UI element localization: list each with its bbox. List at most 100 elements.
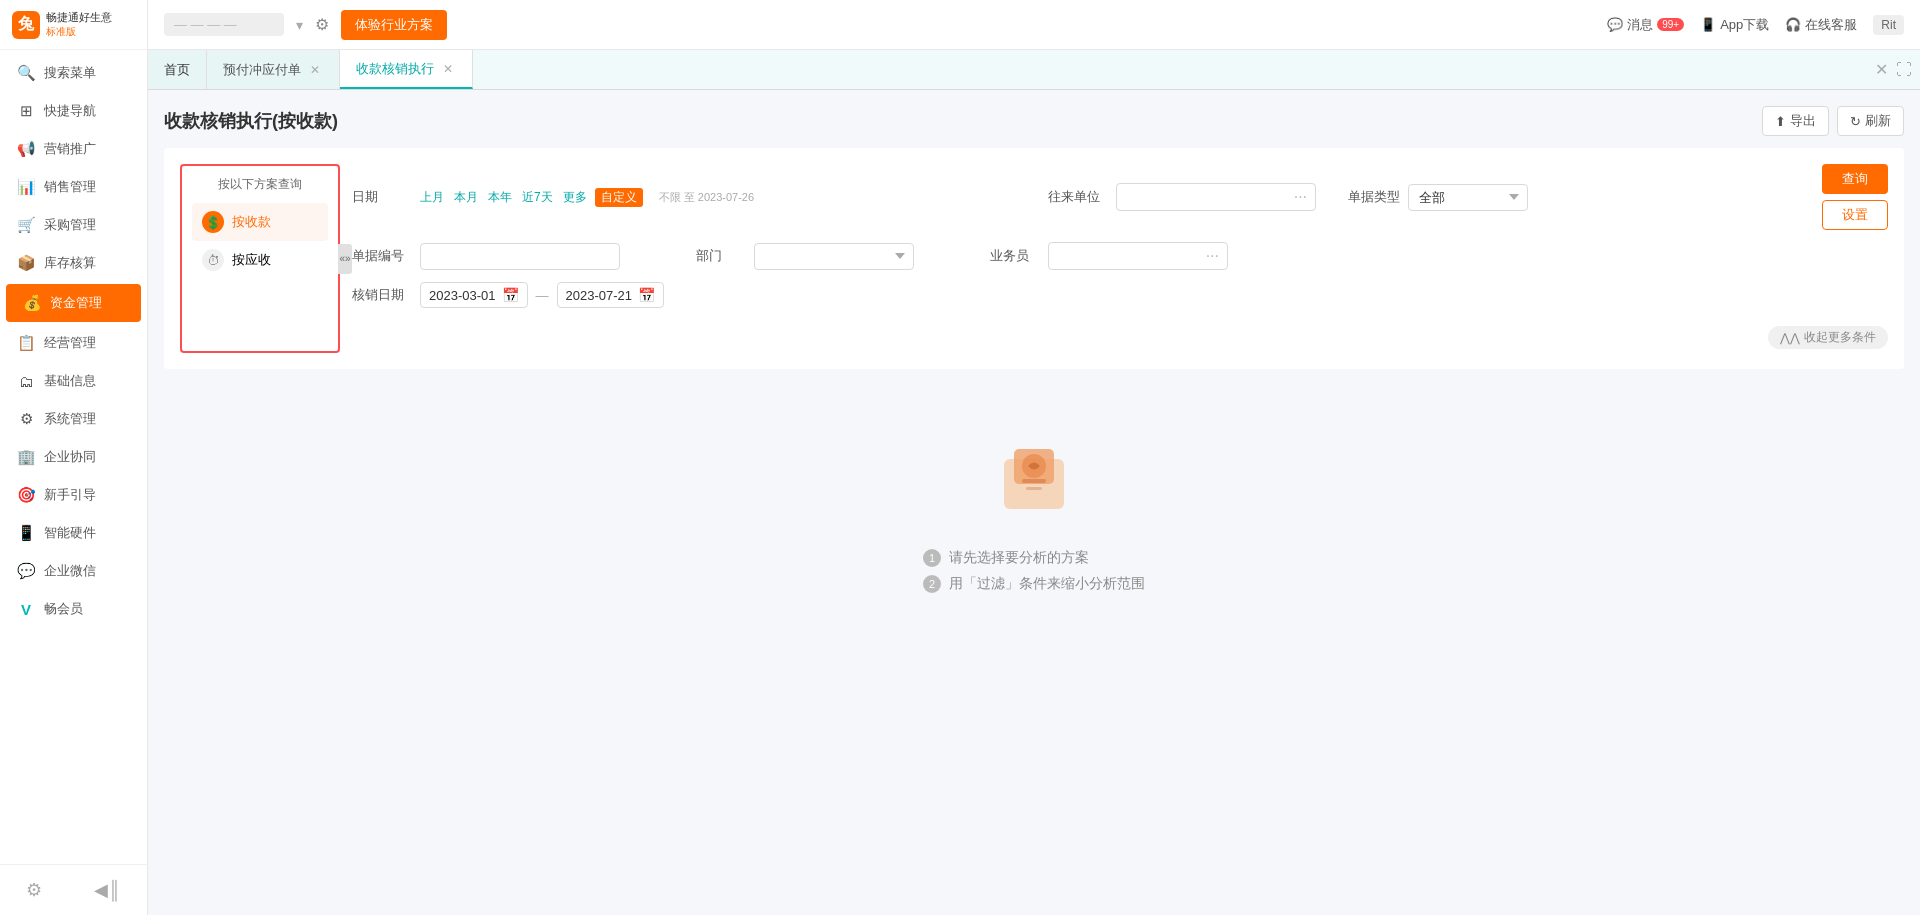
online-service-icon: 🎧 bbox=[1785, 17, 1801, 32]
collapse-more-row: ⋀⋀ 收起更多条件 bbox=[352, 322, 1888, 353]
doc-no-input[interactable] bbox=[420, 243, 620, 270]
sidebar-item-label: 系统管理 bbox=[44, 410, 96, 428]
query-by-receivable[interactable]: ⏱ 按应收 bbox=[192, 241, 328, 279]
empty-illustration bbox=[984, 429, 1084, 529]
sidebar-item-purchase[interactable]: 🛒 采购管理 bbox=[0, 206, 147, 244]
sidebar-item-basic-info[interactable]: 🗂 基础信息 bbox=[0, 362, 147, 400]
app-download-btn[interactable]: 📱 App下载 bbox=[1700, 16, 1769, 34]
content-area: 收款核销执行(按收款) ⬆ 导出 ↻ 刷新 按以下方案查询 💲 按收款 bbox=[148, 90, 1920, 915]
sidebar-item-enterprise[interactable]: 🏢 企业协同 bbox=[0, 438, 147, 476]
writeoff-date-start: 2023-03-01 bbox=[429, 288, 496, 303]
setting-button[interactable]: 设置 bbox=[1822, 200, 1888, 230]
writeoff-date-start-input[interactable]: 2023-03-01 📅 bbox=[420, 282, 528, 308]
filter-form: 日期 上月 本月 本年 近7天 更多 自定义 不限 至 2023-07-26 往… bbox=[352, 164, 1888, 353]
writeoff-date-end-input[interactable]: 2023-07-21 📅 bbox=[557, 282, 665, 308]
salesperson-ellipsis-icon[interactable]: ··· bbox=[1206, 247, 1219, 265]
by-receivable-icon: ⏱ bbox=[202, 249, 224, 271]
sidebar-item-inventory[interactable]: 📦 库存核算 bbox=[0, 244, 147, 282]
brand-selector[interactable]: — — — — bbox=[164, 13, 284, 36]
message-badge: 99+ bbox=[1657, 18, 1684, 31]
quick-nav-icon: ⊞ bbox=[16, 102, 36, 120]
date-more[interactable]: 更多 bbox=[561, 188, 589, 207]
date-custom[interactable]: 自定义 bbox=[595, 188, 643, 207]
query-by-receipt[interactable]: 💲 按收款 bbox=[192, 203, 328, 241]
query-button[interactable]: 查询 bbox=[1822, 164, 1888, 194]
topbar-gear-icon[interactable]: ⚙ bbox=[315, 15, 329, 34]
sidebar-item-label: 库存核算 bbox=[44, 254, 96, 272]
message-btn[interactable]: 💬 消息 99+ bbox=[1607, 16, 1684, 34]
tab-prepay-close-icon[interactable]: ✕ bbox=[307, 62, 323, 78]
online-service-btn[interactable]: 🎧 在线客服 bbox=[1785, 16, 1857, 34]
brand-chevron-icon[interactable]: ▾ bbox=[296, 17, 303, 33]
sidebar-item-label: 企业微信 bbox=[44, 562, 96, 580]
collapse-up-icon: ⋀⋀ bbox=[1780, 331, 1800, 345]
counterparty-input[interactable]: ··· bbox=[1116, 183, 1316, 211]
finance-icon: 💰 bbox=[22, 294, 42, 312]
message-label: 消息 bbox=[1627, 16, 1653, 34]
sidebar-item-sales[interactable]: 📊 销售管理 bbox=[0, 168, 147, 206]
sidebar-item-enterprise-wx[interactable]: 💬 企业微信 bbox=[0, 552, 147, 590]
collapse-query-panel-btn[interactable]: «» bbox=[338, 244, 352, 274]
tab-close-all-icon[interactable]: ✕ bbox=[1875, 60, 1888, 79]
solution-button[interactable]: 体验行业方案 bbox=[341, 10, 447, 40]
app-logo: 兔 畅捷通好生意 标准版 bbox=[0, 0, 147, 50]
collapse-more-label: 收起更多条件 bbox=[1804, 329, 1876, 346]
tab-prepay-label: 预付冲应付单 bbox=[223, 61, 301, 79]
tip-text-1: 请先选择要分析的方案 bbox=[949, 549, 1089, 567]
main-area: — — — — ▾ ⚙ 体验行业方案 💬 消息 99+ 📱 App下载 🎧 在线… bbox=[148, 0, 1920, 915]
page-header: 收款核销执行(按收款) ⬆ 导出 ↻ 刷新 bbox=[164, 106, 1904, 136]
sidebar-item-operations[interactable]: 📋 经营管理 bbox=[0, 324, 147, 362]
tabbar: 首页 预付冲应付单 ✕ 收款核销执行 ✕ ✕ ⛶ bbox=[148, 50, 1920, 90]
date-this-year[interactable]: 本年 bbox=[486, 188, 514, 207]
tab-receipt-writeoff[interactable]: 收款核销执行 ✕ bbox=[340, 50, 473, 89]
sidebar-item-smart-hw[interactable]: 📱 智能硬件 bbox=[0, 514, 147, 552]
user-avatar[interactable]: Rit bbox=[1873, 15, 1904, 35]
tip-num-1: 1 bbox=[923, 549, 941, 567]
salesperson-input[interactable]: ··· bbox=[1048, 242, 1228, 270]
date-shortcuts: 上月 本月 本年 近7天 更多 自定义 bbox=[418, 188, 643, 207]
collapse-sidebar-btn[interactable]: ◀║ bbox=[88, 873, 127, 907]
tab-receipt-writeoff-close-icon[interactable]: ✕ bbox=[440, 61, 456, 77]
inventory-icon: 📦 bbox=[16, 254, 36, 272]
dept-select[interactable] bbox=[754, 243, 914, 270]
purchase-icon: 🛒 bbox=[16, 216, 36, 234]
date-hint: 不限 至 2023-07-26 bbox=[659, 190, 754, 205]
settings-gear-icon[interactable]: ⚙ bbox=[20, 873, 48, 907]
sidebar-item-search-menu[interactable]: 🔍 搜索菜单 bbox=[0, 54, 147, 92]
sidebar-item-label: 基础信息 bbox=[44, 372, 96, 390]
sidebar-item-quick-nav[interactable]: ⊞ 快捷导航 bbox=[0, 92, 147, 130]
counterparty-ellipsis-icon[interactable]: ··· bbox=[1294, 188, 1307, 206]
export-button[interactable]: ⬆ 导出 bbox=[1762, 106, 1829, 136]
sidebar-bottom: ⚙ ◀║ bbox=[0, 864, 147, 915]
collapse-more-btn[interactable]: ⋀⋀ 收起更多条件 bbox=[1768, 326, 1888, 349]
sidebar-item-system[interactable]: ⚙ 系统管理 bbox=[0, 400, 147, 438]
date-last-month[interactable]: 上月 bbox=[418, 188, 446, 207]
svg-rect-3 bbox=[1022, 479, 1046, 483]
sidebar-item-finance[interactable]: 💰 资金管理 bbox=[6, 284, 141, 322]
writeoff-date-end: 2023-07-21 bbox=[566, 288, 633, 303]
sidebar-item-marketing[interactable]: 📢 营销推广 bbox=[0, 130, 147, 168]
date-last-7days[interactable]: 近7天 bbox=[520, 188, 555, 207]
tab-expand-icon[interactable]: ⛶ bbox=[1896, 61, 1912, 79]
sales-icon: 📊 bbox=[16, 178, 36, 196]
date-range-separator: — bbox=[536, 288, 549, 303]
sidebar-item-member[interactable]: V 畅会员 bbox=[0, 590, 147, 628]
doc-type-label: 单据类型 bbox=[1348, 188, 1400, 206]
salesperson-label: 业务员 bbox=[990, 247, 1040, 265]
sidebar-item-label: 经营管理 bbox=[44, 334, 96, 352]
tab-prepay[interactable]: 预付冲应付单 ✕ bbox=[207, 50, 340, 89]
refresh-icon: ↻ bbox=[1850, 114, 1861, 129]
refresh-button[interactable]: ↻ 刷新 bbox=[1837, 106, 1904, 136]
sidebar-item-label: 营销推广 bbox=[44, 140, 96, 158]
sidebar-item-label: 新手引导 bbox=[44, 486, 96, 504]
empty-state: 1 请先选择要分析的方案 2 用「过滤」条件来缩小分析范围 bbox=[164, 369, 1904, 661]
sidebar-item-starter[interactable]: 🎯 新手引导 bbox=[0, 476, 147, 514]
user-label: Rit bbox=[1881, 18, 1896, 32]
sidebar-item-label: 企业协同 bbox=[44, 448, 96, 466]
sidebar-item-label: 销售管理 bbox=[44, 178, 96, 196]
filter-row-1: 日期 上月 本月 本年 近7天 更多 自定义 不限 至 2023-07-26 往… bbox=[352, 164, 1888, 230]
calendar-start-icon: 📅 bbox=[502, 287, 519, 303]
date-this-month[interactable]: 本月 bbox=[452, 188, 480, 207]
doc-type-select[interactable]: 全部 收款单 应收单 bbox=[1408, 184, 1528, 211]
tab-home[interactable]: 首页 bbox=[148, 50, 207, 89]
